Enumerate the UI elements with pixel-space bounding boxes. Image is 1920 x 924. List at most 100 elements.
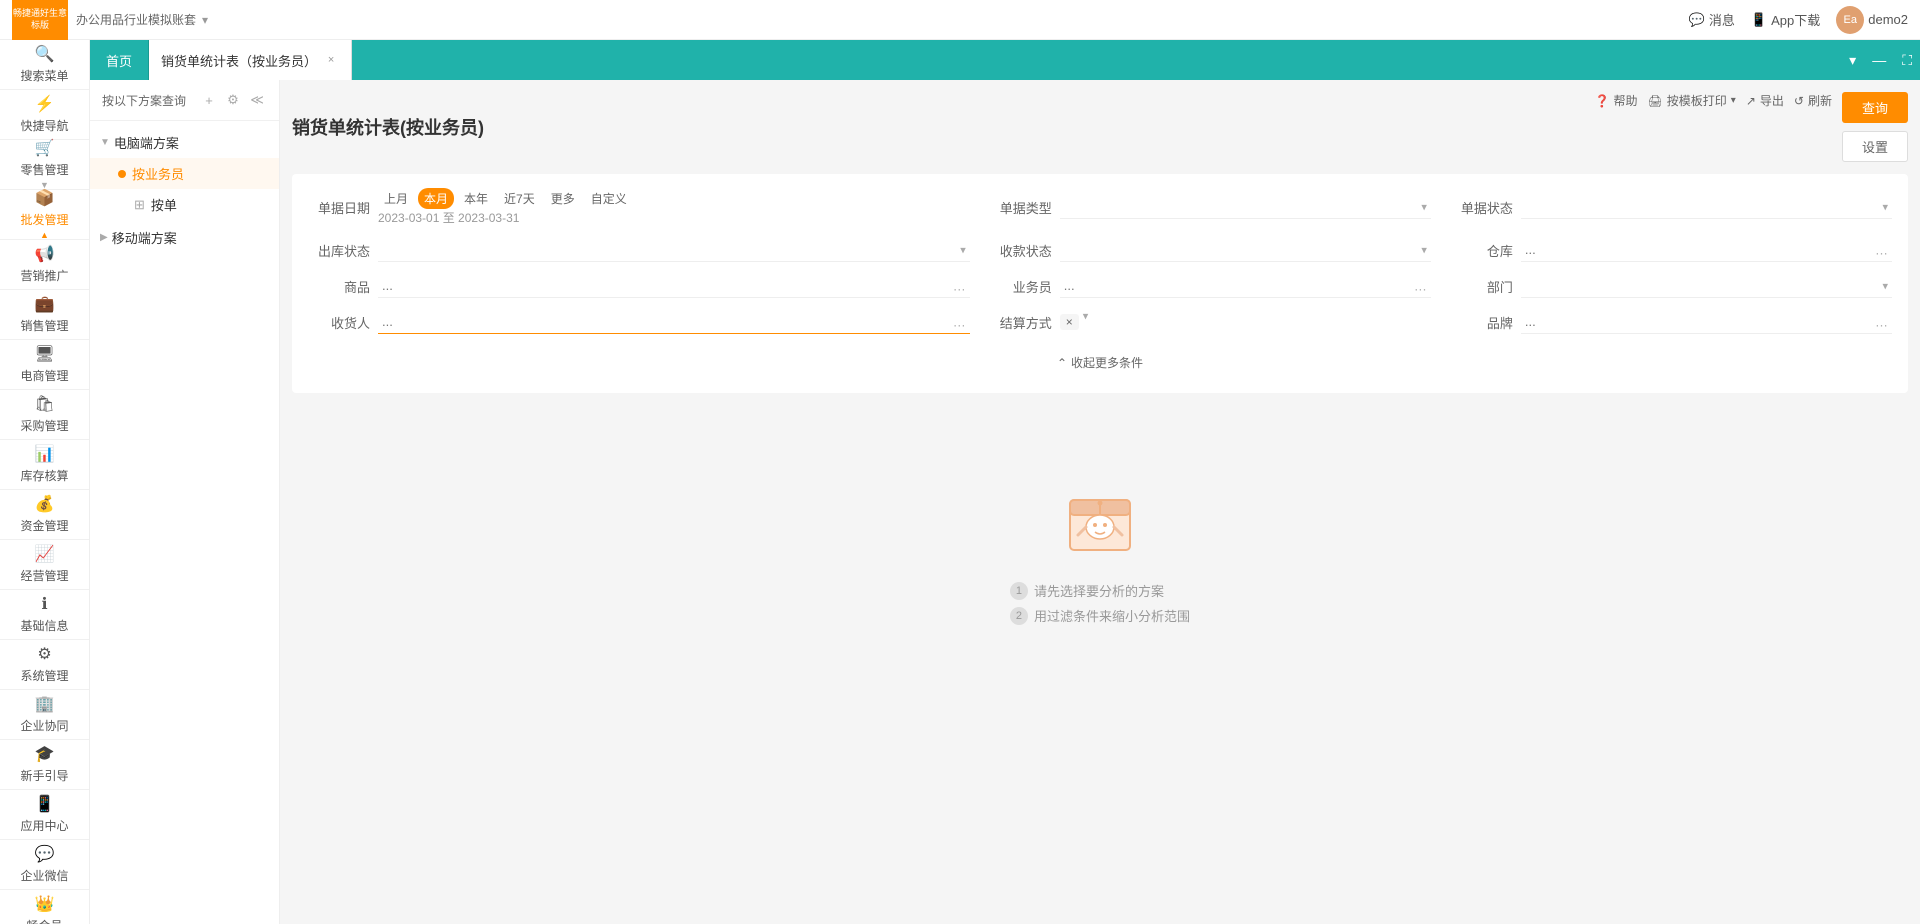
tab-minimize-button[interactable]: — — [1864, 52, 1894, 68]
sidebar-item-retail[interactable]: 🛒 零售管理 ▼ — [0, 140, 89, 190]
date-tabs: 上月 本月 本年 近7天 更多 自定义 — [378, 188, 962, 209]
sidebar-item-quick-nav[interactable]: ⚡ 快捷导航 — [0, 90, 89, 140]
warehouse-input[interactable] — [1521, 238, 1892, 262]
page-title: 销货单统计表(按业务员) — [292, 114, 484, 140]
date-tab-custom[interactable]: 自定义 — [585, 188, 633, 209]
grid-icon: ⊞ — [134, 197, 145, 213]
user-label: demo2 — [1868, 12, 1908, 27]
app-download-nav[interactable]: 📱 App下载 — [1751, 10, 1820, 29]
goods-input[interactable] — [378, 274, 970, 298]
sidebar-item-basics[interactable]: ℹ 基础信息 — [0, 590, 89, 640]
tree-arrow-icon: ▼ — [100, 137, 110, 148]
export-button[interactable]: ↗ 导出 — [1746, 92, 1784, 109]
sidebar-item-marketing[interactable]: 📢 营销推广 — [0, 240, 89, 290]
filter-department-cell: 部门 ▾ — [1451, 274, 1892, 298]
app-download-label: App下载 — [1771, 10, 1820, 29]
filter-salesperson-cell: 业务员 … — [990, 274, 1431, 298]
left-panel-add-button[interactable]: + — [199, 90, 219, 110]
tab-maximize-button[interactable]: ⛶ — [1894, 52, 1920, 69]
department-label: 部门 — [1451, 277, 1521, 296]
tree-child-salesperson-label: 按业务员 — [132, 164, 184, 183]
tab-dropdown-icon[interactable]: ▾ — [1841, 52, 1864, 69]
sidebar-item-member[interactable]: 👑 畅会员 — [0, 890, 89, 924]
left-panel-tree: ▼ 电脑端方案 按业务员 ⊞ 按单 — [90, 121, 279, 261]
query-button[interactable]: 查询 — [1842, 92, 1908, 123]
refresh-button[interactable]: ↺ 刷新 — [1794, 92, 1832, 109]
right-panel: 销货单统计表(按业务员) ❓ 帮助 🖨 按模板打印 — [280, 80, 1920, 924]
salesperson-input[interactable] — [1060, 274, 1431, 298]
refresh-label: 刷新 — [1808, 92, 1832, 109]
sidebar-item-ecommerce[interactable]: 🖥 电商管理 — [0, 340, 89, 390]
sidebar-item-sales[interactable]: 💼 销售管理 — [0, 290, 89, 340]
filter-row-3: 商品 … 业务员 — [308, 274, 1892, 298]
sidebar-item-search[interactable]: 🔍 搜索菜单 — [0, 40, 89, 90]
export-icon: ↗ — [1746, 94, 1756, 108]
tree-child-salesperson[interactable]: 按业务员 — [90, 158, 279, 189]
sidebar-item-marketing-label: 营销推广 — [20, 268, 68, 285]
sidebar-item-wechat[interactable]: 💬 企业微信 — [0, 840, 89, 890]
tab-home[interactable]: 首页 — [90, 40, 149, 80]
filter-receipt-status-cell: 收款状态 ▾ — [990, 238, 1431, 262]
sidebar-item-operations[interactable]: 📈 经营管理 — [0, 540, 89, 590]
brand-input[interactable] — [1521, 310, 1892, 334]
finance-icon: 💰 — [35, 494, 55, 516]
settlement-clear-button[interactable]: × — [1060, 314, 1079, 330]
tree-child-by-order[interactable]: ⊞ 按单 — [90, 189, 279, 220]
tree-child-order-label: 按单 — [151, 195, 177, 214]
out-status-input[interactable] — [378, 238, 970, 262]
sidebar-item-ecommerce-label: 电商管理 — [20, 368, 68, 385]
date-tab-more[interactable]: 更多 — [545, 188, 581, 209]
department-input[interactable] — [1521, 274, 1892, 298]
out-status-control: ▾ — [378, 238, 970, 262]
empty-text: 1 请先选择要分析的方案 2 用过滤条件来缩小分析范围 — [1010, 581, 1190, 631]
filter-row-1: 单据日期 上月 本月 本年 近7天 更多 自定义 — [308, 188, 1892, 226]
receipt-status-input[interactable] — [1060, 238, 1431, 262]
consignee-input[interactable] — [378, 310, 970, 334]
goods-control: … — [378, 274, 970, 298]
empty-icon — [1050, 465, 1150, 565]
sidebar-item-app-center-label: 应用中心 — [20, 818, 68, 835]
left-panel-settings-button[interactable]: ⚙ — [223, 90, 243, 110]
left-panel-collapse-button[interactable]: ≪ — [247, 90, 267, 110]
tree-parent-desktop[interactable]: ▼ 电脑端方案 — [90, 127, 279, 158]
sidebar-item-purchase[interactable]: 🛍 采购管理 — [0, 390, 89, 440]
operations-icon: 📈 — [35, 544, 55, 566]
date-label: 单据日期 — [308, 198, 378, 217]
sidebar-item-finance[interactable]: 💰 资金管理 — [0, 490, 89, 540]
quick-nav-icon: ⚡ — [35, 94, 55, 116]
sidebar-item-enterprise[interactable]: 🏢 企业协同 — [0, 690, 89, 740]
doc-type-input[interactable] — [1060, 195, 1431, 219]
department-control: ▾ — [1521, 274, 1892, 298]
logo-text: 畅捷通好生意 — [13, 8, 67, 20]
date-tab-this-month[interactable]: 本月 — [418, 188, 454, 209]
doc-status-label: 单据状态 — [1451, 198, 1521, 217]
wholesale-icon: 📦 — [35, 188, 55, 210]
date-tab-this-year[interactable]: 本年 — [458, 188, 494, 209]
breadcrumb: 办公用品行业模拟账套 ▾ — [76, 11, 208, 28]
doc-status-input[interactable] — [1521, 195, 1892, 219]
filter-out-status-cell: 出库状态 ▾ — [308, 238, 970, 262]
tree-parent-mobile[interactable]: ▶ 移动端方案 — [90, 222, 279, 253]
consignee-label: 收货人 — [308, 313, 378, 332]
step2-label: 用过滤条件来缩小分析范围 — [1034, 606, 1190, 625]
help-button[interactable]: ❓ 帮助 — [1595, 92, 1638, 109]
sidebar-item-basics-label: 基础信息 — [20, 618, 68, 635]
sidebar-item-app-center[interactable]: 📱 应用中心 — [0, 790, 89, 840]
user-nav[interactable]: Ea demo2 — [1836, 6, 1908, 34]
active-dot-icon — [118, 170, 126, 178]
sidebar-item-inventory[interactable]: 📊 库存核算 — [0, 440, 89, 490]
message-nav[interactable]: 💬 消息 — [1689, 10, 1735, 29]
sidebar-item-wholesale[interactable]: 📦 批发管理 ▲ — [0, 190, 89, 240]
date-tab-last-month[interactable]: 上月 — [378, 188, 414, 209]
date-tab-7days[interactable]: 近7天 — [498, 188, 541, 209]
template-print-button[interactable]: 🖨 按模板打印 ▾ — [1648, 92, 1736, 109]
logo[interactable]: 畅捷通好生意 标版 — [12, 0, 68, 40]
filter-goods-cell: 商品 … — [308, 274, 970, 298]
tab-sales-stats[interactable]: 销货单统计表（按业务员） × — [149, 40, 352, 80]
sidebar-item-newbie[interactable]: 🎓 新手引导 — [0, 740, 89, 790]
sidebar-item-system[interactable]: ⚙ 系统管理 — [0, 640, 89, 690]
collapse-button[interactable]: ⌃ 收起更多条件 — [308, 346, 1892, 379]
breadcrumb-dropdown-icon[interactable]: ▾ — [202, 13, 208, 27]
tab-close-button[interactable]: × — [323, 52, 339, 68]
setting-button[interactable]: 设置 — [1842, 131, 1908, 162]
